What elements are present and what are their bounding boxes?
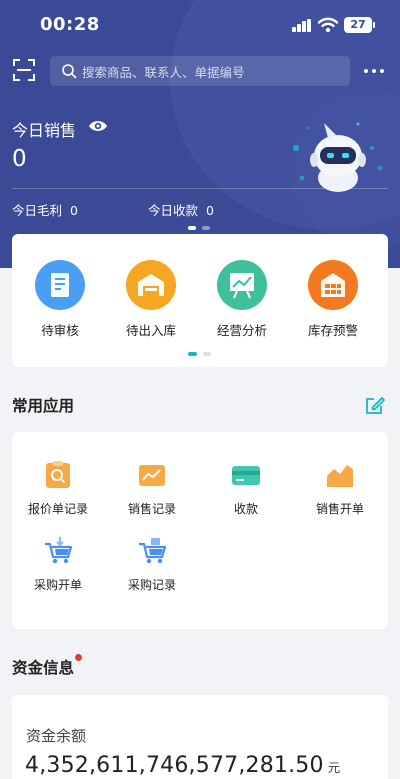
analysis-board-icon [217, 260, 267, 310]
battery-icon: 27 [344, 17, 372, 33]
balance-label: 资金余额 [26, 727, 87, 745]
common-apps-title: 常用应用 [12, 397, 75, 415]
app-sales-order[interactable]: 销售开单 [297, 460, 383, 522]
status-time: 00:28 [40, 14, 100, 35]
app-label: 采购记录 [127, 578, 176, 592]
wifi-icon [318, 17, 338, 33]
quick-action-business-analysis[interactable]: 经营分析 [202, 260, 282, 340]
app-payment[interactable]: 收款 [203, 460, 289, 522]
top-bar: 搜索商品、联系人、单据编号 [0, 56, 400, 86]
app-sales-record[interactable]: 销售记录 [109, 460, 195, 522]
eye-icon[interactable] [88, 118, 108, 134]
app-label: 销售记录 [127, 502, 176, 516]
today-sales-label: 今日销售 [12, 121, 77, 140]
quick-action-label: 待出入库 [125, 323, 176, 338]
balance-unit: 元 [327, 760, 341, 775]
gross-profit-label: 今日毛利 [12, 203, 63, 218]
divider [12, 188, 388, 189]
warehouse-icon [126, 260, 176, 310]
purchase-record-icon [137, 536, 167, 566]
scan-icon[interactable] [13, 59, 35, 81]
purchase-order-icon [43, 536, 73, 566]
funds-card[interactable]: 资金余额 4,352,611,746,577,281.50 元 [12, 695, 388, 779]
document-check-icon [35, 260, 85, 310]
app-label: 销售开单 [315, 502, 364, 516]
banner-page-indicator [188, 226, 212, 230]
edit-icon[interactable] [364, 394, 386, 416]
today-receipts: 今日收款 0 [148, 200, 214, 219]
app-label: 报价单记录 [27, 502, 88, 516]
receipts-label: 今日收款 [148, 203, 199, 218]
sales-record-icon [137, 460, 167, 490]
signal-icon [292, 19, 312, 32]
today-sales-value: 0 [12, 146, 27, 172]
payment-card-icon [231, 460, 261, 490]
quick-action-pending-stock[interactable]: 待出入库 [111, 260, 191, 340]
funds-info-title: 资金信息 [12, 659, 75, 677]
search-icon [62, 64, 77, 79]
app-purchase-record[interactable]: 采购记录 [109, 536, 195, 598]
app-label: 收款 [233, 502, 258, 516]
inventory-alert-icon [308, 260, 358, 310]
notification-dot [75, 654, 82, 661]
robot-mascot-icon [293, 122, 383, 192]
quote-record-icon [43, 460, 73, 490]
quick-actions-page-indicator [188, 352, 212, 356]
battery-tip [373, 22, 375, 28]
quick-action-label: 待审核 [41, 323, 79, 338]
receipts-value: 0 [206, 203, 214, 218]
search-placeholder: 搜索商品、联系人、单据编号 [82, 65, 245, 80]
quick-actions-card: 待审核 待出入库 经营分析 库存预警 [12, 234, 388, 367]
status-bar: 00:28 27 [0, 0, 400, 52]
app-quote-record[interactable]: 报价单记录 [15, 460, 101, 522]
search-input[interactable]: 搜索商品、联系人、单据编号 [50, 56, 350, 86]
quick-action-pending-review[interactable]: 待审核 [20, 260, 100, 340]
quick-action-label: 库存预警 [307, 323, 358, 338]
more-icon[interactable] [364, 60, 386, 80]
balance-value: 4,352,611,746,577,281.50 [25, 753, 324, 778]
quick-action-label: 经营分析 [216, 323, 267, 338]
balance-amount: 4,352,611,746,577,281.50 元 [25, 753, 340, 778]
sales-order-icon [325, 460, 355, 490]
app-label: 采购开单 [33, 578, 82, 592]
common-apps-card: 报价单记录 销售记录 收款 销售开单 采购开单 采购记录 [12, 432, 388, 629]
quick-action-inventory-alert[interactable]: 库存预警 [293, 260, 373, 340]
header-banner: 00:28 27 搜索商品、联系人、单据编号 今日销售 0 今日毛利 0 今日收… [0, 0, 400, 268]
gross-profit-value: 0 [70, 203, 78, 218]
today-gross-profit: 今日毛利 0 [12, 200, 78, 219]
app-purchase-order[interactable]: 采购开单 [15, 536, 101, 598]
